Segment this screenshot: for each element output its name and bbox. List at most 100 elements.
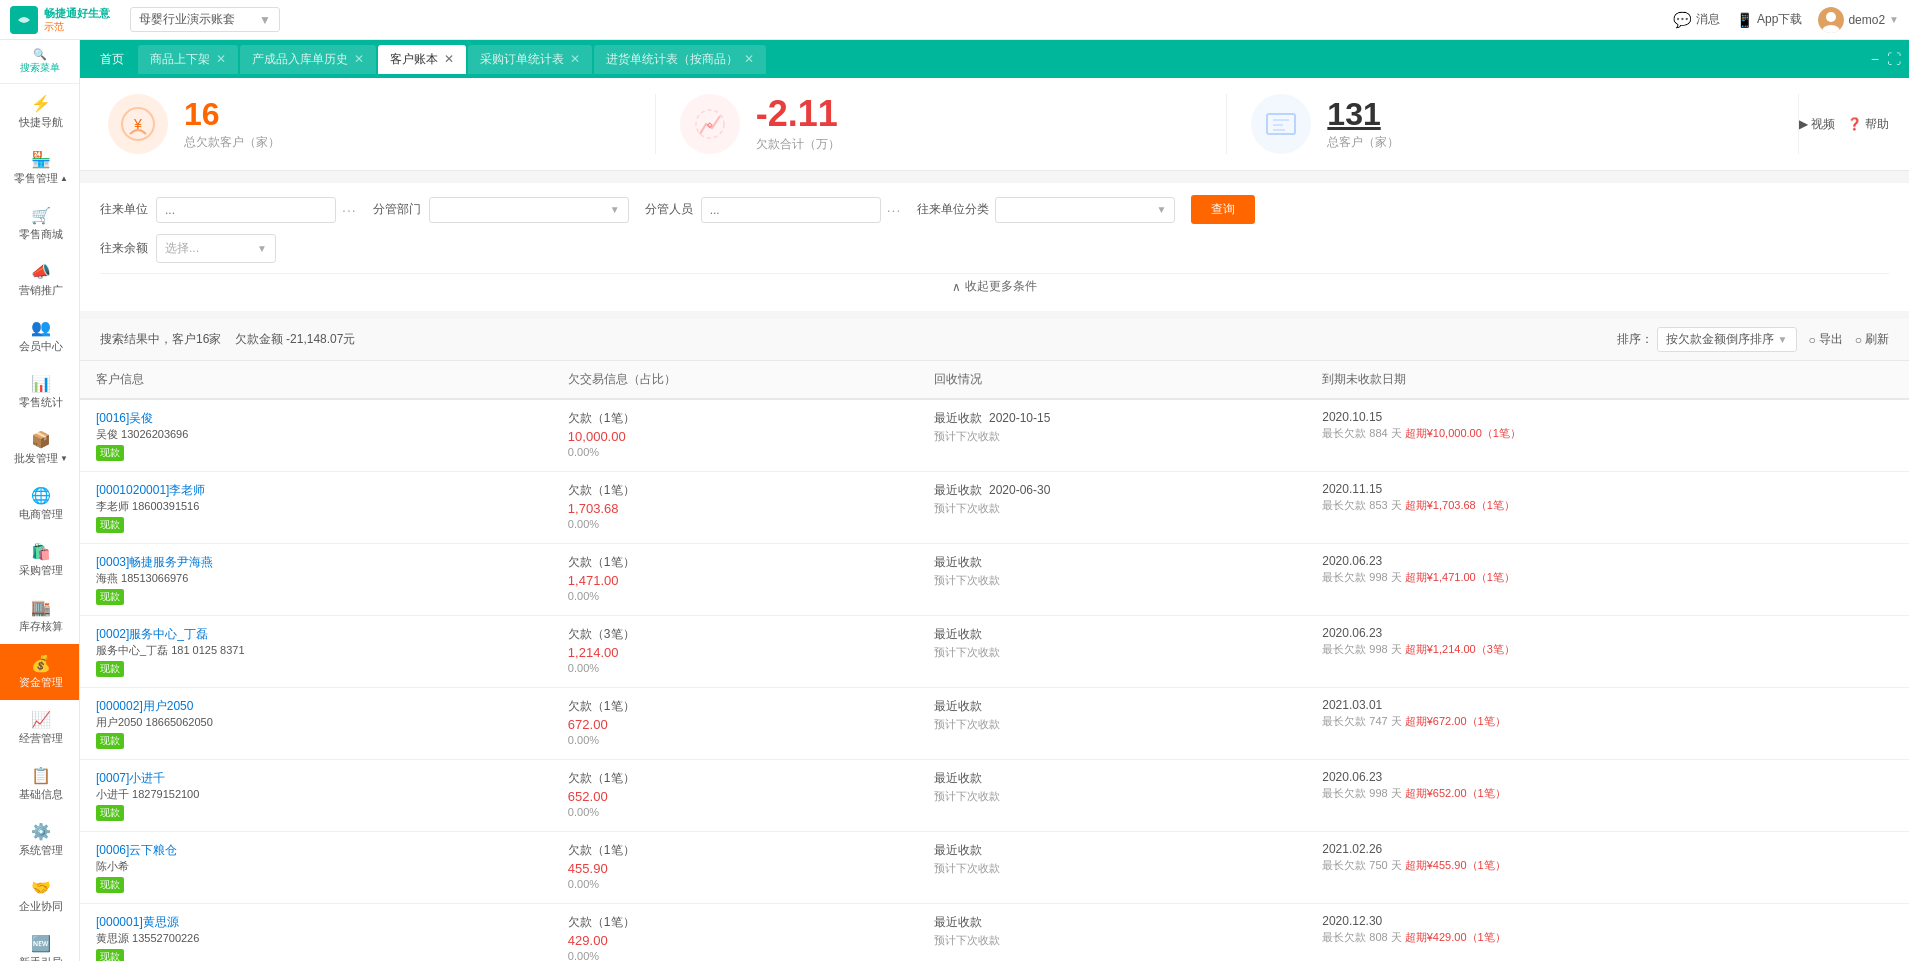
sort-select-wrap: 排序： 按欠款金额倒序排序 ▼ (1617, 327, 1797, 352)
store-selector[interactable]: 母婴行业演示账套 ▼ (130, 7, 280, 32)
customer-code-link-5[interactable]: [0007]小进千 (96, 771, 165, 785)
debt-amount-6[interactable]: 455.90 (568, 861, 902, 876)
tab-production-history[interactable]: 产成品入库单历史 ✕ (240, 45, 376, 74)
overdue-link-1[interactable]: 超期¥1,703.68（1笔） (1405, 499, 1515, 511)
help-btn[interactable]: ❓ 帮助 (1847, 116, 1889, 133)
overdue-link-5[interactable]: 超期¥652.00（1笔） (1405, 787, 1506, 799)
dept-select[interactable]: ​ ▼ (429, 197, 629, 223)
user-chevron-icon: ▼ (1889, 14, 1899, 25)
tab-minimize-btn[interactable]: − (1871, 51, 1879, 67)
overdue-info-6: 最长欠款 750 天 超期¥455.90（1笔） (1322, 858, 1893, 873)
debt-amount-3[interactable]: 1,214.00 (568, 645, 902, 660)
manager-input[interactable] (701, 197, 881, 223)
user-profile[interactable]: demo2 ▼ (1818, 7, 1899, 33)
cell-debt-5: 欠款（1笔） 652.00 0.00% (552, 760, 918, 832)
manager-dots[interactable]: ··· (887, 202, 902, 218)
avatar (1818, 7, 1844, 33)
customer-code-link-7[interactable]: [000001]黄思源 (96, 915, 179, 929)
customer-code-link-2[interactable]: [0003]畅捷服务尹海燕 (96, 555, 213, 569)
sidebar-item-enterprise-coop[interactable]: 🤝 企业协同 (0, 868, 79, 924)
sidebar-item-quick-nav[interactable]: ⚡ 快捷导航 (0, 84, 79, 140)
stat-total-customers-info: 131 总客户（家） (1327, 98, 1774, 151)
debt-amount-0[interactable]: 10,000.00 (568, 429, 902, 444)
overdue-link-2[interactable]: 超期¥1,471.00（1笔） (1405, 571, 1515, 583)
sidebar-item-retail-store[interactable]: 🛒 零售商城 (0, 196, 79, 252)
stat-icon-amount: ⋄ (680, 94, 740, 154)
table-row: [0007]小进千 小进千 18279152100 现款 欠款（1笔） 652.… (80, 760, 1909, 832)
filter-row-2: 往来余额 选择... ▼ (100, 234, 1889, 263)
filter-row-1: 往来单位 ··· 分管部门 ​ ▼ 分管人员 (100, 195, 1889, 224)
cell-due-0: 2020.10.15 最长欠款 884 天 超期¥10,000.00（1笔） (1306, 399, 1909, 472)
tab-close-product-status[interactable]: ✕ (216, 52, 226, 66)
unit-category-select[interactable]: ​ ▼ (995, 197, 1175, 223)
due-date-0: 2020.10.15 (1322, 410, 1893, 424)
customer-code-link-1[interactable]: [0001020001]李老师 (96, 483, 205, 497)
customer-phone-6: 陈小希 (96, 859, 536, 874)
finance-icon: 💰 (7, 654, 75, 673)
collapse-more-btn[interactable]: ∧ 收起更多条件 (100, 273, 1889, 299)
customer-code-link-6[interactable]: [0006]云下粮仓 (96, 843, 177, 857)
overdue-link-0[interactable]: 超期¥10,000.00（1笔） (1405, 427, 1521, 439)
stat-debt-customers-value: 16 (184, 98, 631, 130)
customer-code-link-4[interactable]: [000002]用户2050 (96, 699, 193, 713)
sidebar-item-operations[interactable]: 📈 经营管理 (0, 700, 79, 756)
table-row: [0016]吴俊 吴俊 13026203696 现款 欠款（1笔） 10,000… (80, 399, 1909, 472)
source-unit-dots[interactable]: ··· (342, 202, 357, 218)
logo-text: 畅捷通好生意 示范 (44, 6, 110, 33)
sidebar-item-marketing[interactable]: 📣 营销推广 (0, 252, 79, 308)
debt-amount-2[interactable]: 1,471.00 (568, 573, 902, 588)
stat-debt-amount-value: -2.11 (756, 96, 1203, 132)
sidebar-item-new-guide[interactable]: 🆕 新手引导 (0, 924, 79, 961)
cell-recovery-2: 最近收款 预计下次收款 (918, 544, 1307, 616)
sidebar-item-retail-mgmt[interactable]: 🏪 零售管理 ▲ (0, 140, 79, 196)
customer-code-link-3[interactable]: [0002]服务中心_丁磊 (96, 627, 208, 641)
sidebar-item-purchase[interactable]: 🛍️ 采购管理 (0, 532, 79, 588)
sidebar-item-member[interactable]: 👥 会员中心 (0, 308, 79, 364)
sidebar-item-finance[interactable]: 💰 资金管理 (0, 644, 79, 700)
tab-maximize-btn[interactable]: ⛶ (1887, 51, 1901, 67)
tab-product-status[interactable]: 商品上下架 ✕ (138, 45, 238, 74)
view-video-btn[interactable]: ▶ 视频 (1799, 116, 1835, 133)
tab-close-production-history[interactable]: ✕ (354, 52, 364, 66)
debt-amount-7[interactable]: 429.00 (568, 933, 902, 948)
customer-phone-3: 服务中心_丁磊 181 0125 8371 (96, 643, 536, 658)
overdue-link-4[interactable]: 超期¥672.00（1笔） (1405, 715, 1506, 727)
app-download-btn[interactable]: 📱 App下载 (1736, 11, 1802, 28)
sidebar-item-basic-info[interactable]: 📋 基础信息 (0, 756, 79, 812)
sidebar-search[interactable]: 🔍 搜索菜单 (0, 40, 79, 84)
search-icon: 🔍 (33, 48, 47, 60)
tab-close-purchase-order-stats[interactable]: ✕ (570, 52, 580, 66)
refresh-btn[interactable]: ○ 刷新 (1855, 331, 1889, 348)
help-icon: ❓ (1847, 117, 1862, 131)
sidebar-item-batch-mgmt[interactable]: 📦 批发管理 ▼ (0, 420, 79, 476)
message-btn[interactable]: 💬 消息 (1673, 11, 1720, 29)
balance-select[interactable]: 选择... ▼ (156, 234, 276, 263)
overdue-link-3[interactable]: 超期¥1,214.00（3笔） (1405, 643, 1515, 655)
overdue-link-7[interactable]: 超期¥429.00（1笔） (1405, 931, 1506, 943)
debt-amount-1[interactable]: 1,703.68 (568, 501, 902, 516)
tab-inbound-stats[interactable]: 进货单统计表（按商品） ✕ (594, 45, 766, 74)
debt-amount-4[interactable]: 672.00 (568, 717, 902, 732)
svg-text:⋄: ⋄ (706, 118, 714, 132)
query-button[interactable]: 查询 (1191, 195, 1255, 224)
filter-dept: 分管部门 ​ ▼ (373, 197, 629, 223)
cell-customer-3: [0002]服务中心_丁磊 服务中心_丁磊 181 0125 8371 现款 (80, 616, 552, 688)
export-btn[interactable]: ○ 导出 (1809, 331, 1843, 348)
overdue-link-6[interactable]: 超期¥455.90（1笔） (1405, 859, 1506, 871)
sidebar-item-inventory[interactable]: 🏬 库存核算 (0, 588, 79, 644)
source-unit-input[interactable] (156, 197, 336, 223)
sort-select[interactable]: 按欠款金额倒序排序 ▼ (1657, 327, 1797, 352)
cell-customer-0: [0016]吴俊 吴俊 13026203696 现款 (80, 399, 552, 472)
customer-code-link-0[interactable]: [0016]吴俊 (96, 411, 153, 425)
tab-home[interactable]: 首页 (88, 45, 136, 74)
sidebar-item-retail-stats[interactable]: 📊 零售统计 (0, 364, 79, 420)
table-row: [000002]用户2050 用户2050 18665062050 现款 欠款（… (80, 688, 1909, 760)
sidebar-item-system[interactable]: ⚙️ 系统管理 (0, 812, 79, 868)
unit-category-chevron-icon: ▼ (1156, 204, 1166, 215)
tab-customer-account[interactable]: 客户账本 ✕ (378, 45, 466, 74)
debt-amount-5[interactable]: 652.00 (568, 789, 902, 804)
tab-close-customer-account[interactable]: ✕ (444, 52, 454, 66)
tab-purchase-order-stats[interactable]: 采购订单统计表 ✕ (468, 45, 592, 74)
tab-close-inbound-stats[interactable]: ✕ (744, 52, 754, 66)
sidebar-item-ecommerce[interactable]: 🌐 电商管理 (0, 476, 79, 532)
